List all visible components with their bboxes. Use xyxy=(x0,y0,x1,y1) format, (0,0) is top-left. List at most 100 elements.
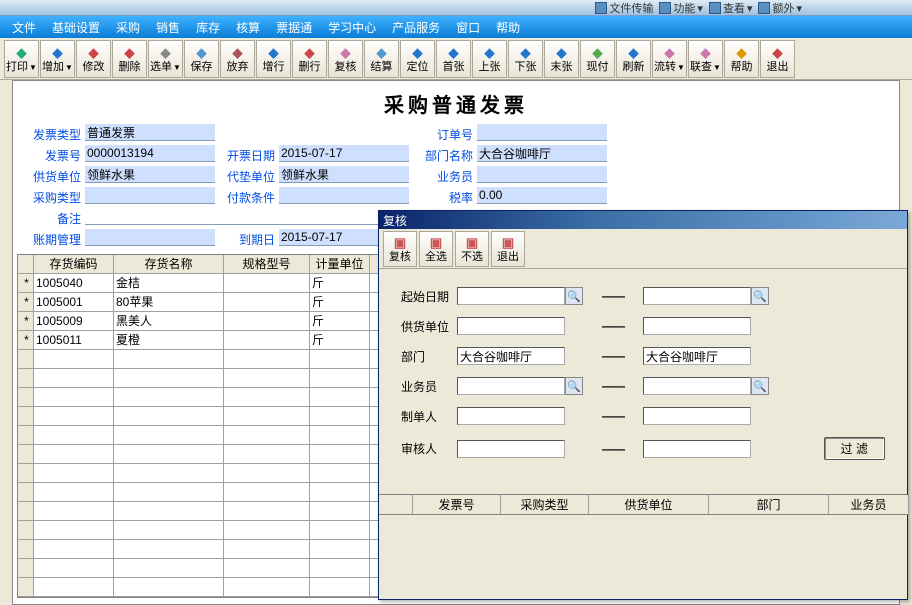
cell-spec[interactable] xyxy=(224,312,310,331)
dlg-field-dept-to[interactable] xyxy=(643,347,751,365)
sys-view[interactable]: 查看▾ xyxy=(709,0,753,16)
sys-extra[interactable]: 额外▾ xyxy=(758,0,802,16)
field-agent[interactable] xyxy=(279,166,409,183)
field-salesperson[interactable] xyxy=(477,166,607,183)
field-pay-terms[interactable] xyxy=(279,187,409,204)
dcol-salesperson[interactable]: 业务员 xyxy=(829,495,909,515)
toolbar-现付[interactable]: ◆现付 xyxy=(580,40,615,78)
dialog-title: 复核 xyxy=(379,211,907,229)
field-account-mgmt[interactable] xyxy=(85,229,215,246)
cell-name[interactable]: 黑美人 xyxy=(114,312,224,331)
toolbar-流转[interactable]: ◆流转▼ xyxy=(652,40,687,78)
dlg-field-creator-from[interactable] xyxy=(457,407,565,425)
field-purchase-type[interactable] xyxy=(85,187,215,204)
field-remark[interactable] xyxy=(85,208,409,225)
menu-window[interactable]: 窗口 xyxy=(450,17,486,38)
col-spec[interactable]: 规格型号 xyxy=(224,255,310,274)
cell-unit[interactable]: 斤 xyxy=(310,312,370,331)
lookup-icon[interactable]: 🔍 xyxy=(565,287,583,305)
cell-spec[interactable] xyxy=(224,293,310,312)
toolbar-联查[interactable]: ◆联查▼ xyxy=(688,40,723,78)
toolbar-增行[interactable]: ◆增行 xyxy=(256,40,291,78)
toolbar-上张[interactable]: ◆上张 xyxy=(472,40,507,78)
cell-name[interactable]: 金桔 xyxy=(114,274,224,293)
toolbar-复核[interactable]: ◆复核 xyxy=(328,40,363,78)
cell-unit[interactable]: 斤 xyxy=(310,293,370,312)
cell-code[interactable]: 1005011 xyxy=(34,331,114,350)
cell-code[interactable]: 1005009 xyxy=(34,312,114,331)
toolbar-保存[interactable]: ◆保存 xyxy=(184,40,219,78)
toolbar-结算[interactable]: ◆结算 xyxy=(364,40,399,78)
cell-spec[interactable] xyxy=(224,331,310,350)
dlg-field-salesperson-to[interactable] xyxy=(643,377,751,395)
toolbar-放弃[interactable]: ◆放弃 xyxy=(220,40,255,78)
field-invoice-type[interactable] xyxy=(85,124,215,141)
dlg-field-supplier-to[interactable] xyxy=(643,317,751,335)
col-unit[interactable]: 计量单位 xyxy=(310,255,370,274)
lookup-icon[interactable]: 🔍 xyxy=(751,377,769,395)
toolbar-选单[interactable]: ◆选单▼ xyxy=(148,40,183,78)
lookup-icon[interactable]: 🔍 xyxy=(751,287,769,305)
sys-function[interactable]: 功能▾ xyxy=(659,0,703,16)
col-name[interactable]: 存货名称 xyxy=(114,255,224,274)
field-supplier[interactable] xyxy=(85,166,215,183)
dlg-toolbar-不选[interactable]: ▣不选 xyxy=(455,231,489,267)
toolbar-退出[interactable]: ◆退出 xyxy=(760,40,795,78)
dlg-field-start-date-from[interactable] xyxy=(457,287,565,305)
menu-learning[interactable]: 学习中心 xyxy=(322,17,382,38)
cell-spec[interactable] xyxy=(224,274,310,293)
toolbar-修改[interactable]: ◆修改 xyxy=(76,40,111,78)
cell-name[interactable]: 夏橙 xyxy=(114,331,224,350)
toolbar-icon: ◆ xyxy=(50,45,66,61)
dlg-field-creator-to[interactable] xyxy=(643,407,751,425)
toolbar-刷新[interactable]: ◆刷新 xyxy=(616,40,651,78)
toolbar-删行[interactable]: ◆删行 xyxy=(292,40,327,78)
menu-basic-settings[interactable]: 基础设置 xyxy=(46,17,106,38)
field-invoice-no[interactable] xyxy=(85,145,215,162)
menu-bill[interactable]: 票据通 xyxy=(270,17,318,38)
dlg-field-dept-from[interactable] xyxy=(457,347,565,365)
dlg-field-reviewer-from[interactable] xyxy=(457,440,565,458)
dlg-field-reviewer-to[interactable] xyxy=(643,440,751,458)
cell-unit[interactable]: 斤 xyxy=(310,274,370,293)
toolbar-帮助[interactable]: ◆帮助 xyxy=(724,40,759,78)
field-invoice-date[interactable] xyxy=(279,145,409,162)
filter-button[interactable]: 过 滤 xyxy=(824,437,885,460)
col-code[interactable]: 存货编码 xyxy=(34,255,114,274)
sys-file-transfer[interactable]: 文件传输 xyxy=(595,0,653,16)
dlg-field-salesperson-from[interactable] xyxy=(457,377,565,395)
dlg-toolbar-全选[interactable]: ▣全选 xyxy=(419,231,453,267)
toolbar-删除[interactable]: ◆删除 xyxy=(112,40,147,78)
cell-code[interactable]: 1005001 xyxy=(34,293,114,312)
toolbar-增加[interactable]: ◆增加▼ xyxy=(40,40,75,78)
cell-code[interactable]: 1005040 xyxy=(34,274,114,293)
menu-sales[interactable]: 销售 xyxy=(150,17,186,38)
toolbar-定位[interactable]: ◆定位 xyxy=(400,40,435,78)
dlg-toolbar-退出[interactable]: ▣退出 xyxy=(491,231,525,267)
lookup-icon[interactable]: 🔍 xyxy=(565,377,583,395)
dlg-toolbar-复核[interactable]: ▣复核 xyxy=(383,231,417,267)
field-order-no[interactable] xyxy=(477,124,607,141)
menu-help[interactable]: 帮助 xyxy=(490,17,526,38)
toolbar-打印[interactable]: ◆打印▼ xyxy=(4,40,39,78)
dcol-invoice-no[interactable]: 发票号 xyxy=(413,495,501,515)
dcol-supplier[interactable]: 供货单位 xyxy=(589,495,709,515)
field-dept[interactable] xyxy=(477,145,607,162)
col-marker xyxy=(18,255,34,274)
menu-purchase[interactable]: 采购 xyxy=(110,17,146,38)
toolbar-下张[interactable]: ◆下张 xyxy=(508,40,543,78)
menu-product-service[interactable]: 产品服务 xyxy=(386,17,446,38)
menu-file[interactable]: 文件 xyxy=(6,17,42,38)
dcol-dept[interactable]: 部门 xyxy=(709,495,829,515)
dcol-purchase-type[interactable]: 采购类型 xyxy=(501,495,589,515)
toolbar-末张[interactable]: ◆末张 xyxy=(544,40,579,78)
menu-accounting[interactable]: 核算 xyxy=(230,17,266,38)
cell-unit[interactable]: 斤 xyxy=(310,331,370,350)
field-tax-rate[interactable] xyxy=(477,187,607,204)
dlg-field-supplier-from[interactable] xyxy=(457,317,565,335)
cell-name[interactable]: 80苹果 xyxy=(114,293,224,312)
toolbar-icon: ◆ xyxy=(410,45,426,61)
toolbar-首张[interactable]: ◆首张 xyxy=(436,40,471,78)
menu-inventory[interactable]: 库存 xyxy=(190,17,226,38)
dlg-field-start-date-to[interactable] xyxy=(643,287,751,305)
